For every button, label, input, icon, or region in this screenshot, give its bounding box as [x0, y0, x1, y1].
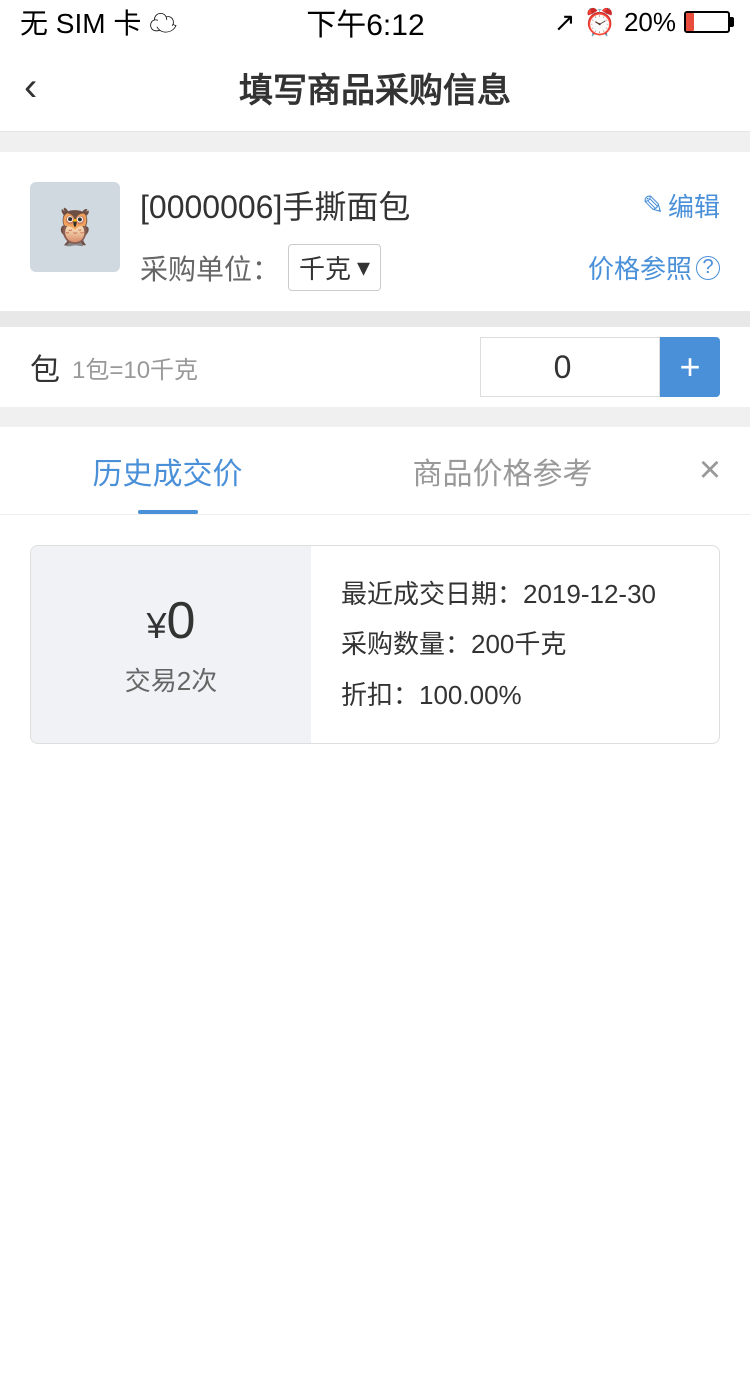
quantity-plus-button[interactable]: + — [660, 337, 720, 397]
tab-history-label: 历史成交价 — [93, 449, 243, 493]
recent-date-label: 最近成交日期： — [341, 579, 523, 609]
status-left: 无 SIM 卡 ☁ — [20, 2, 177, 42]
footer-space — [0, 774, 750, 1374]
price-ref-label: 价格参照 — [588, 249, 692, 286]
product-name: [0000006]手撕面包 — [140, 182, 410, 228]
status-right: ↗ ⏰ 20% — [554, 7, 730, 38]
location-icon: ↗ — [554, 7, 576, 38]
clock-icon: ⏰ — [584, 7, 616, 38]
status-time: 下午6:12 — [306, 0, 424, 44]
price-card: ¥0 交易2次 最近成交日期：2019-12-30 采购数量：200千克 折扣：… — [30, 545, 720, 744]
history-price-section: ¥0 交易2次 最近成交日期：2019-12-30 采购数量：200千克 折扣：… — [0, 515, 750, 774]
price-amount: ¥0 — [147, 591, 196, 651]
edit-label: 编辑 — [668, 187, 720, 224]
tab-strip: 历史成交价 商品价格参考 × — [0, 427, 750, 515]
product-thumbnail: 🦉 — [30, 182, 120, 272]
unit-badge: 包 — [30, 345, 60, 389]
tab-price-ref-label: 商品价格参考 — [413, 449, 593, 493]
recent-date-row: 最近成交日期：2019-12-30 — [341, 576, 689, 612]
status-bar: 无 SIM 卡 ☁ 下午6:12 ↗ ⏰ 20% — [0, 0, 750, 44]
tab-close-button[interactable]: × — [670, 427, 750, 514]
product-card: 🦉 [0000006]手撕面包 ✎ 编辑 采购单位： 千克 ▾ — [0, 152, 750, 311]
product-title-row: [0000006]手撕面包 ✎ 编辑 — [140, 182, 720, 228]
qty-value: 200千克 — [471, 629, 566, 659]
discount-label: 折扣： — [341, 680, 419, 710]
unit-label: 采购单位： — [140, 248, 280, 288]
battery-percent: 20% — [624, 7, 676, 38]
tab-history-price[interactable]: 历史成交价 — [0, 427, 335, 514]
section-divider — [0, 311, 750, 327]
quantity-input[interactable] — [480, 337, 660, 397]
discount-value: 100.00% — [419, 680, 522, 710]
nav-bar: ‹ 填写商品采购信息 — [0, 44, 750, 132]
edit-button[interactable]: ✎ 编辑 — [642, 187, 720, 224]
quantity-row: 包 1包=10千克 + — [0, 327, 750, 407]
unit-value: 千克 — [299, 249, 351, 286]
product-header: 🦉 [0000006]手撕面包 ✎ 编辑 采购单位： 千克 ▾ — [30, 182, 720, 291]
price-reference-button[interactable]: 价格参照 ? — [588, 249, 720, 286]
signal-text: 无 SIM 卡 ☁ — [20, 2, 177, 42]
trade-count: 交易2次 — [125, 661, 217, 698]
currency-symbol: ¥ — [147, 605, 167, 646]
page-title: 填写商品采购信息 — [239, 63, 511, 112]
dropdown-icon: ▾ — [357, 252, 370, 283]
product-unit-row: 采购单位： 千克 ▾ 价格参照 ? — [140, 244, 720, 291]
price-card-left: ¥0 交易2次 — [31, 546, 311, 743]
price-value: 0 — [167, 592, 196, 650]
unit-select[interactable]: 千克 ▾ — [288, 244, 381, 291]
tab-underline — [138, 510, 198, 514]
unit-conversion: 1包=10千克 — [72, 350, 198, 385]
battery-fill — [686, 13, 694, 31]
battery-icon — [684, 11, 730, 33]
quantity-row-detail: 采购数量：200千克 — [341, 626, 689, 662]
back-button[interactable]: ‹ — [24, 65, 37, 110]
price-card-right: 最近成交日期：2019-12-30 采购数量：200千克 折扣：100.00% — [311, 546, 719, 743]
quantity-unit-info: 包 1包=10千克 — [30, 345, 198, 389]
tab-product-price-ref[interactable]: 商品价格参考 — [335, 427, 670, 514]
quantity-control: + — [480, 337, 720, 397]
product-info: [0000006]手撕面包 ✎ 编辑 采购单位： 千克 ▾ 价格参照 ? — [140, 182, 720, 291]
edit-icon: ✎ — [642, 190, 664, 221]
discount-row: 折扣：100.00% — [341, 677, 689, 713]
qty-label: 采购数量： — [341, 629, 471, 659]
recent-date-value: 2019-12-30 — [523, 579, 656, 609]
product-thumb-icon: 🦉 — [53, 206, 98, 248]
info-icon: ? — [696, 256, 720, 280]
